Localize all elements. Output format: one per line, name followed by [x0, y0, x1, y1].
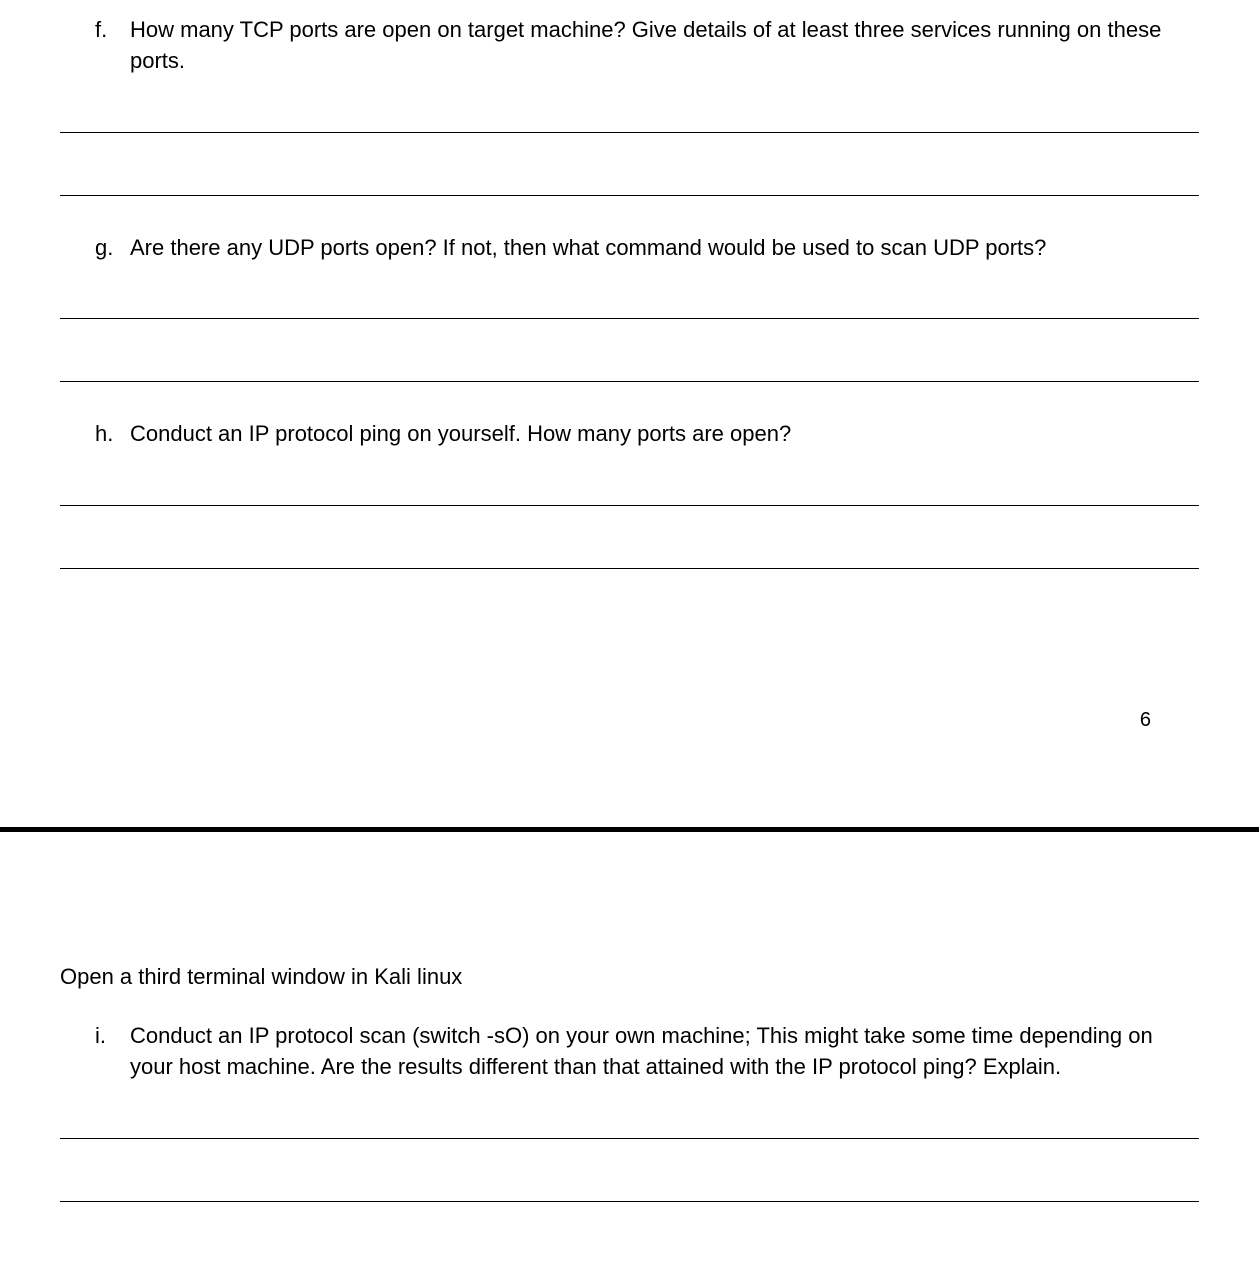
question-g: g. Are there any UDP ports open? If not,… — [60, 233, 1199, 264]
question-i: i. Conduct an IP protocol scan (switch -… — [60, 1021, 1199, 1083]
answer-line — [60, 505, 1199, 506]
question-h: h. Conduct an IP protocol ping on yourse… — [60, 419, 1199, 450]
question-marker: i. — [95, 1021, 130, 1052]
answer-line — [60, 1201, 1199, 1202]
question-marker: g. — [95, 233, 130, 264]
page-section-lower: Open a third terminal window in Kali lin… — [0, 832, 1259, 1278]
answer-line — [60, 132, 1199, 133]
question-marker: f. — [95, 15, 130, 46]
instruction-text: Open a third terminal window in Kali lin… — [60, 962, 1199, 993]
answer-line — [60, 318, 1199, 319]
page-section-upper: f. How many TCP ports are open on target… — [0, 0, 1259, 772]
answer-line — [60, 1138, 1199, 1139]
question-text: Conduct an IP protocol scan (switch -sO)… — [130, 1021, 1199, 1083]
question-text: Conduct an IP protocol ping on yourself.… — [130, 419, 1199, 450]
answer-line — [60, 568, 1199, 569]
question-marker: h. — [95, 419, 130, 450]
question-f: f. How many TCP ports are open on target… — [60, 15, 1199, 77]
answer-line — [60, 381, 1199, 382]
question-text: How many TCP ports are open on target ma… — [130, 15, 1199, 77]
question-text: Are there any UDP ports open? If not, th… — [130, 233, 1199, 264]
page-number: 6 — [60, 709, 1199, 732]
answer-line — [60, 195, 1199, 196]
